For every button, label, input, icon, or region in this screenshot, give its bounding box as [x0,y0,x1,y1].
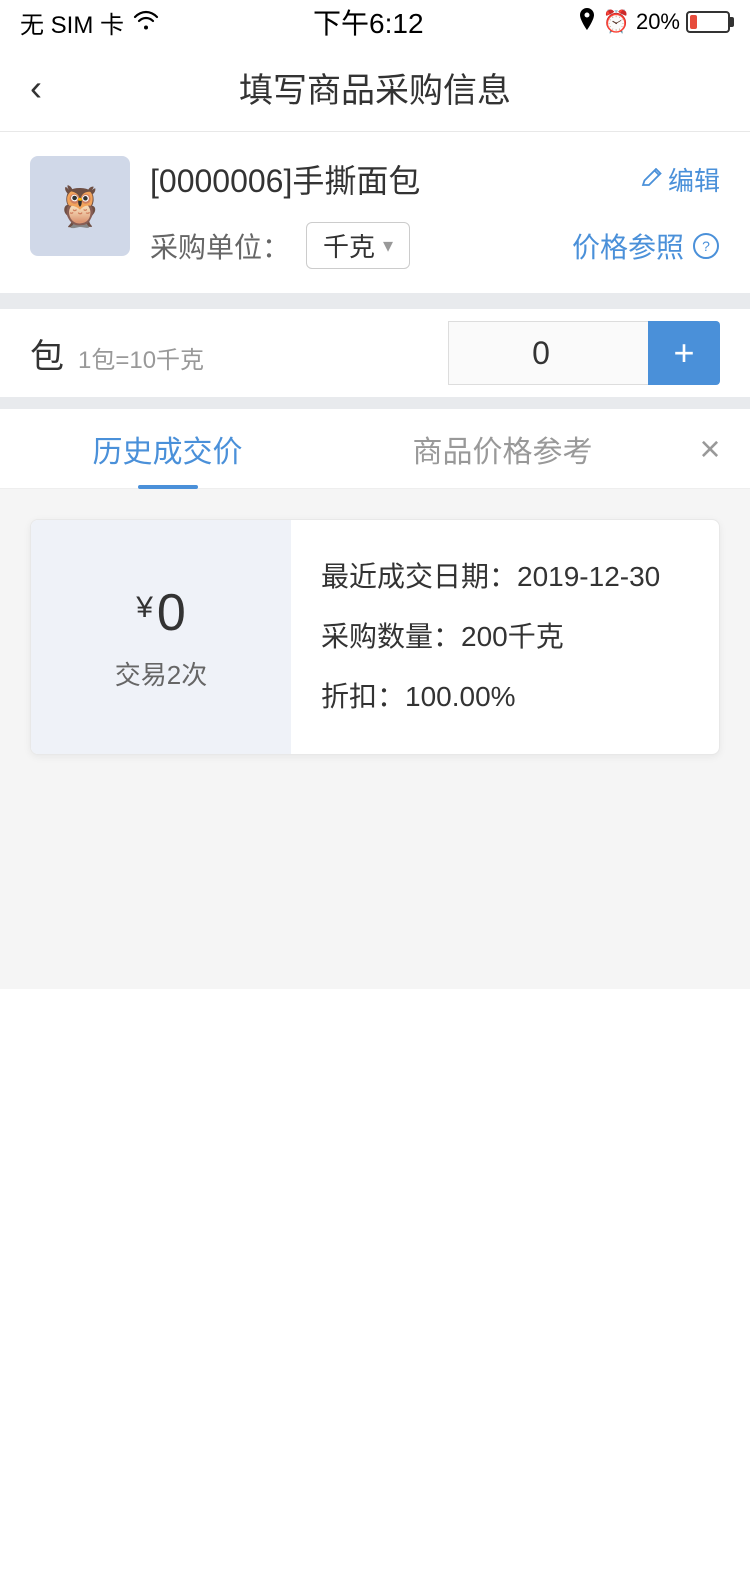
product-name: [0000006]手撕面包 [150,156,420,202]
tab-close-button[interactable]: × [670,409,750,489]
transaction-price: ¥ 0 [136,583,186,643]
dropdown-arrow-icon: ▾ [383,233,393,258]
edit-icon [640,168,662,190]
purchase-unit-label: 采购单位： [150,226,290,266]
bottom-space [0,989,750,1589]
currency-symbol: ¥ [136,591,153,625]
product-title: 手撕面包 [292,163,420,199]
wifi-icon [132,8,160,37]
product-image-icon: 🦉 [55,183,105,230]
edit-label: 编辑 [668,161,720,198]
transaction-card: ¥ 0 交易2次 最近成交日期：2019-12-30 采购数量：200千克 折扣… [30,519,720,755]
alarm-icon: ⏰ [603,9,630,35]
back-button[interactable]: ‹ [30,67,42,109]
quantity-unit: 包 [30,329,64,378]
battery-fill [690,15,697,29]
product-id: [0000006] [150,163,292,199]
quantity-plus-button[interactable]: + [648,321,720,385]
quantity-label-group: 包 1包=10千克 [30,329,204,378]
tab-history-price[interactable]: 历史成交价 [0,409,335,489]
tab-price-ref-label: 商品价格参考 [413,427,593,471]
content-divider [0,397,750,409]
page-title: 填写商品采购信息 [239,63,511,112]
content-area: ¥ 0 交易2次 最近成交日期：2019-12-30 采购数量：200千克 折扣… [0,489,750,989]
product-card: 🦉 [0000006]手撕面包 编辑 采购单位： 千克 ▾ [0,132,750,293]
price-reference-button[interactable]: 价格参照 ? [572,226,720,266]
tab-history-label: 历史成交价 [93,427,243,471]
recent-date-row: 最近成交日期：2019-12-30 [321,556,689,598]
status-right: ⏰ 20% [577,7,730,37]
product-thumbnail: 🦉 [30,156,130,256]
quantity-input[interactable] [448,321,648,385]
edit-button[interactable]: 编辑 [640,161,720,198]
transaction-count: 交易2次 [115,655,207,692]
transaction-price-panel: ¥ 0 交易2次 [31,520,291,754]
help-icon: ? [692,232,720,260]
battery-icon [686,11,730,33]
unit-selector[interactable]: 千克 ▾ [306,222,410,269]
status-bar: 无 SIM 卡 下午6:12 ⏰ 20% [0,0,750,44]
purchase-qty-label: 采购数量： [321,621,461,652]
tab-active-indicator [138,485,198,489]
quantity-input-group[interactable]: + [448,321,720,385]
location-icon [577,7,597,37]
nav-bar: ‹ 填写商品采购信息 [0,44,750,132]
status-time: 下午6:12 [313,2,424,42]
quantity-row: 包 1包=10千克 + [0,309,750,397]
discount-label: 折扣： [321,681,405,712]
unit-value: 千克 [323,227,375,264]
status-left: 无 SIM 卡 [20,5,160,40]
quantity-conversion: 1包=10千克 [78,340,204,375]
section-divider [0,293,750,309]
discount-row: 折扣：100.00% [321,676,689,718]
tab-price-reference[interactable]: 商品价格参考 [335,409,670,489]
product-info: [0000006]手撕面包 编辑 采购单位： 千克 ▾ 价格参照 [150,156,720,269]
carrier-text: 无 SIM 卡 [20,5,124,40]
transaction-details-panel: 最近成交日期：2019-12-30 采购数量：200千克 折扣：100.00% [291,520,719,754]
discount-value: 100.00% [405,681,516,712]
purchase-qty-row: 采购数量：200千克 [321,616,689,658]
battery-text: 20% [636,9,680,35]
price-value: 0 [157,583,186,643]
recent-date-label: 最近成交日期： [321,561,517,592]
purchase-qty-value: 200千克 [461,621,564,652]
tab-bar: 历史成交价 商品价格参考 × [0,409,750,489]
product-name-row: [0000006]手撕面包 编辑 [150,156,720,202]
purchase-unit-group: 采购单位： 千克 ▾ [150,222,410,269]
svg-text:?: ? [702,238,710,254]
price-ref-label: 价格参照 [572,226,684,266]
purchase-unit-row: 采购单位： 千克 ▾ 价格参照 ? [150,222,720,269]
recent-date-value: 2019-12-30 [517,561,660,592]
